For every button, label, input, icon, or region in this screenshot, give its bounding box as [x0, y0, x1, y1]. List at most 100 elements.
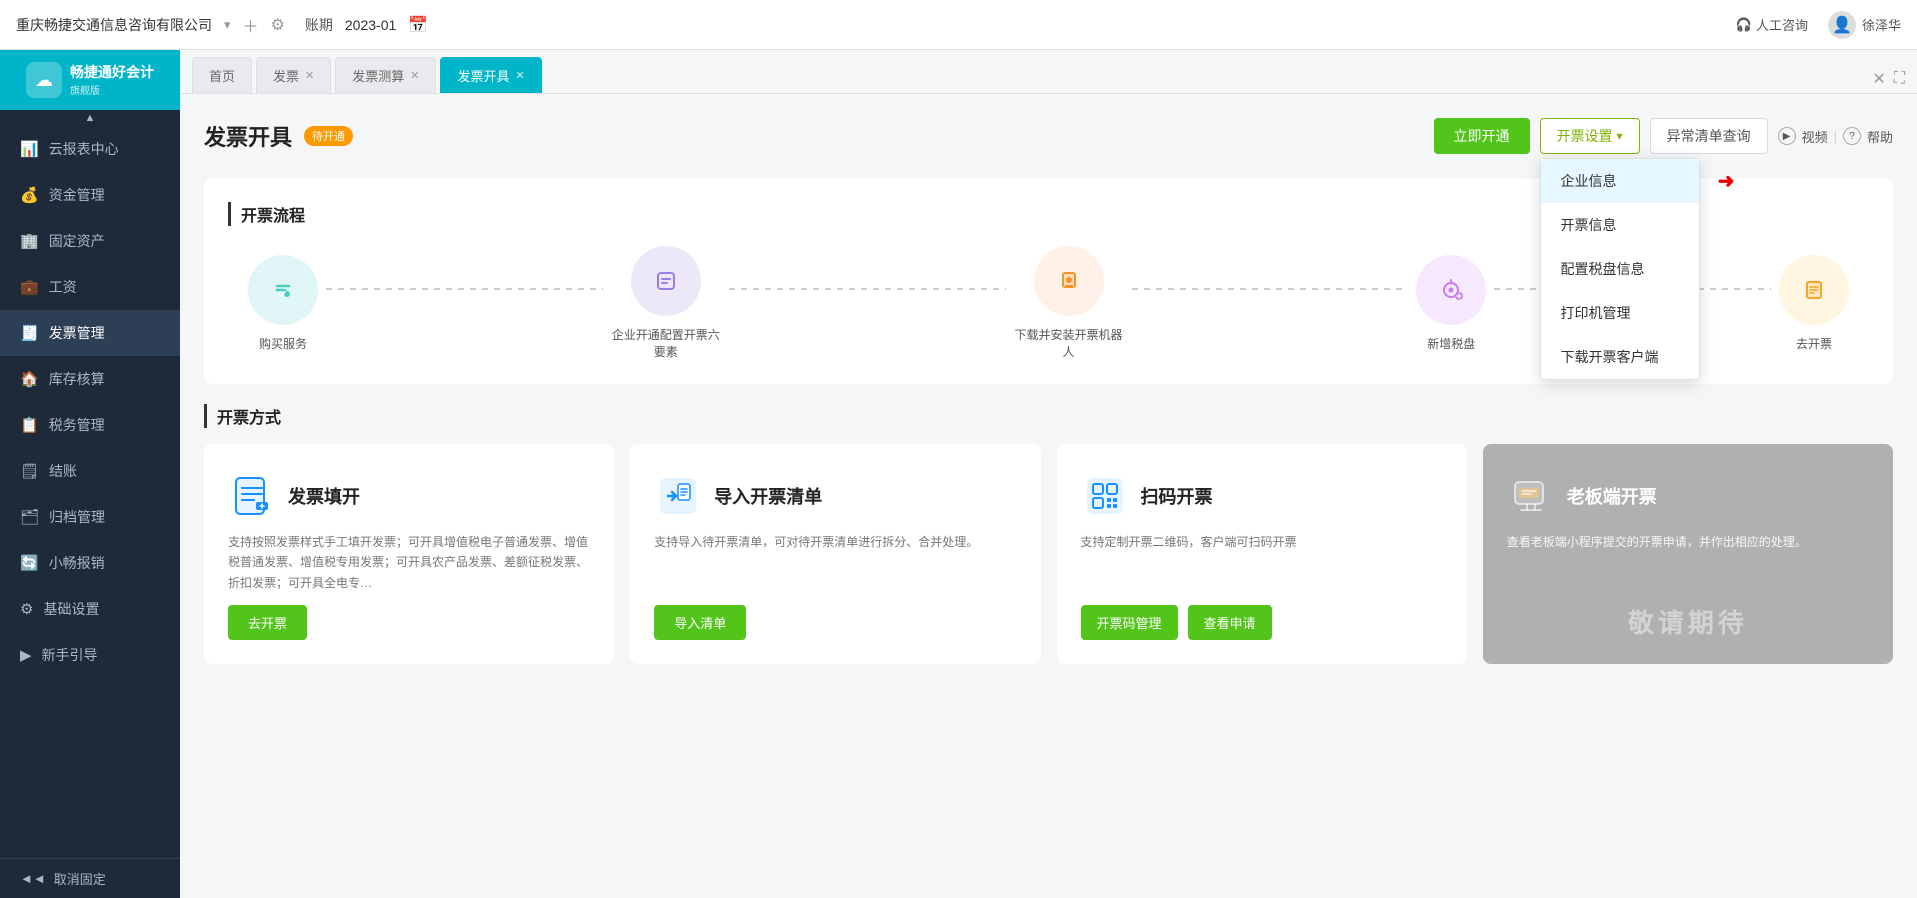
settings-button-label: 开票设置 [1557, 126, 1613, 146]
pin-icon: ◄◄ [20, 871, 46, 886]
sidebar-item-jiezhang-label: 结账 [49, 461, 77, 481]
dropdown-item-peizhi[interactable]: 配置税盘信息 [1541, 247, 1699, 291]
sidebar-item-xiaochang[interactable]: 🔄 小畅报销 [0, 540, 180, 586]
dropdown-item-xiazai[interactable]: 下载开票客户端 [1541, 335, 1699, 379]
dropdown-item-dayinji[interactable]: 打印机管理 [1541, 291, 1699, 335]
dropdown-kaipiao-label: 开票信息 [1561, 217, 1617, 233]
sidebar-bottom-label: 取消固定 [54, 869, 106, 888]
tab-fapiaokaiju[interactable]: 发票开具 ✕ [440, 57, 541, 93]
status-badge: 待开通 [304, 126, 353, 146]
activate-button[interactable]: 立即开通 [1434, 118, 1530, 154]
tab-maximize-icon[interactable]: ⛶ [1894, 70, 1905, 88]
sidebar-item-xiaochang-label: 小畅报销 [49, 553, 105, 573]
service-label: 人工咨询 [1756, 15, 1808, 34]
calendar-icon[interactable]: 📅 [408, 15, 428, 35]
red-arrow-icon: ➜ [1718, 169, 1735, 194]
sidebar-item-gongzi[interactable]: 💼 工资 [0, 264, 180, 310]
dropdown-item-kaipiao[interactable]: 开票信息 [1541, 203, 1699, 247]
user-name: 徐泽华 [1862, 15, 1901, 34]
method-card-scan: 扫码开票 支持定制开票二维码，客户端可扫码开票 开票码管理 查看申请 [1057, 444, 1467, 664]
play-icon: ▶ [1778, 127, 1796, 145]
flow-step-config: 企业开通配置开票六要素 [611, 246, 721, 360]
sidebar-item-jichushezhi-label: 基础设置 [43, 599, 99, 619]
tab-fapiao[interactable]: 发票 ✕ [256, 57, 331, 93]
add-company-icon[interactable]: ＋ [243, 13, 259, 37]
sidebar-item-shuiwu-label: 税务管理 [49, 415, 105, 435]
tab-fapiao-close[interactable]: ✕ [305, 69, 314, 82]
overlay-text: 敬请期待 [1483, 603, 1893, 640]
dropdown-qiye-label: 企业信息 [1561, 173, 1617, 189]
methods-section-title: 开票方式 [204, 404, 1893, 428]
gongzi-icon: 💼 [20, 278, 39, 296]
company-name: 重庆畅捷交通信息咨询有限公司 [16, 15, 212, 35]
fill-icon [228, 472, 276, 520]
settings-chevron-icon: ▾ [1617, 129, 1623, 143]
fill-go-button[interactable]: 去开票 [228, 605, 307, 640]
import-title: 导入开票清单 [714, 483, 822, 509]
yunbao-icon: 📊 [20, 140, 39, 158]
dropdown-item-qiye[interactable]: 企业信息 ➜ [1541, 159, 1699, 203]
import-button[interactable]: 导入清单 [654, 605, 746, 640]
tab-fapiaokaiju-close[interactable]: ✕ [516, 69, 525, 82]
scan-title: 扫码开票 [1141, 483, 1213, 509]
scan-code-manage-button[interactable]: 开票码管理 [1081, 605, 1178, 640]
help-icon: ? [1843, 127, 1861, 145]
kucun-icon: 🏠 [20, 370, 39, 388]
tab-fapiaocesuan[interactable]: 发票测算 ✕ [335, 57, 436, 93]
sidebar-bottom[interactable]: ◄◄ 取消固定 [0, 858, 180, 898]
guidang-icon: 🗂 [20, 508, 39, 526]
sidebar-item-zijin[interactable]: 💰 资金管理 [0, 172, 180, 218]
user-avatar-icon: 👤 [1828, 11, 1856, 39]
sidebar-item-xinshouzhidao[interactable]: ▶ 新手引导 [0, 632, 180, 678]
tab-close-window-icon[interactable]: ✕ [1872, 69, 1885, 89]
video-label[interactable]: 视频 [1802, 127, 1828, 146]
dropdown-dayinji-label: 打印机管理 [1561, 305, 1631, 321]
dropdown-peizhi-label: 配置税盘信息 [1561, 261, 1645, 277]
boss-icon [1507, 472, 1555, 520]
flow-step-config-label: 企业开通配置开票六要素 [611, 326, 721, 360]
tab-home[interactable]: 首页 [192, 57, 252, 93]
method-card-fill: 发票填开 支持按照发票样式手工填开发票；可开具增值税电子普通发票、增值税普通发票… [204, 444, 614, 664]
flow-step-buy-label: 购买服务 [259, 335, 307, 352]
tab-fapiaocesuan-label: 发票测算 [352, 66, 404, 85]
jiezhang-icon: 🗒 [20, 462, 39, 480]
sidebar-nav: 📊 云报表中心 💰 资金管理 🏢 固定资产 💼 工资 🧾 发票管理 🏠 [0, 126, 180, 858]
sidebar-item-kucun[interactable]: 🏠 库存核算 [0, 356, 180, 402]
scan-desc: 支持定制开票二维码，客户端可扫码开票 [1081, 532, 1443, 552]
shuiwu-icon: 📋 [20, 416, 39, 434]
sidebar-item-jiezhang[interactable]: 🗒 结账 [0, 448, 180, 494]
sidebar-item-guidang[interactable]: 🗂 归档管理 [0, 494, 180, 540]
help-label[interactable]: 帮助 [1867, 127, 1893, 146]
settings-icon[interactable]: ⚙ [271, 15, 285, 35]
sidebar-item-shuiwu[interactable]: 📋 税务管理 [0, 402, 180, 448]
sidebar-scroll-up[interactable]: ▲ [85, 112, 96, 124]
page-title: 发票开具 [204, 120, 292, 152]
service-button[interactable]: 🎧 人工咨询 [1736, 15, 1808, 34]
abnormal-button[interactable]: 异常清单查询 [1650, 118, 1768, 154]
company-dropdown-icon[interactable]: ▾ [224, 17, 231, 33]
period-value: 2023-01 [345, 17, 396, 33]
sidebar-item-gudingzichan[interactable]: 🏢 固定资产 [0, 218, 180, 264]
xiaochang-icon: 🔄 [20, 554, 39, 572]
sidebar-item-yunbao[interactable]: 📊 云报表中心 [0, 126, 180, 172]
scan-view-apply-button[interactable]: 查看申请 [1188, 605, 1272, 640]
user-info[interactable]: 👤 徐泽华 [1828, 11, 1901, 39]
scan-icon [1081, 472, 1129, 520]
sidebar-item-gongzi-label: 工资 [49, 277, 77, 297]
sidebar-logo: ☁ 畅捷通好会计 旗舰版 [0, 50, 180, 110]
method-card-import: 导入开票清单 支持导入待开票清单，可对待开票清单进行拆分、合并处理。 导入清单 [630, 444, 1040, 664]
flow-step-invoice: 去开票 [1779, 255, 1849, 352]
sidebar-item-gudingzichan-label: 固定资产 [49, 231, 105, 251]
tab-fapiaokaiju-label: 发票开具 [457, 66, 509, 85]
fapiao-icon: 🧾 [20, 324, 39, 342]
period-label: 账期 [305, 15, 333, 35]
dropdown-xiazai-label: 下载开票客户端 [1561, 349, 1659, 365]
flow-step-download: 下载并安装开票机器人 [1014, 246, 1124, 360]
sidebar-item-fapiao[interactable]: 🧾 发票管理 [0, 310, 180, 356]
fill-desc: 支持按照发票样式手工填开发票；可开具增值税电子普通发票、增值税普通发票、增值税专… [228, 532, 590, 593]
xinshouzhidao-icon: ▶ [20, 646, 32, 664]
sidebar-item-jichushezhi[interactable]: ⚙ 基础设置 [0, 586, 180, 632]
tab-fapiaocesuan-close[interactable]: ✕ [410, 69, 419, 82]
method-card-boss: 老板端开票 查看老板端小程序提交的开票申请，并作出相应的处理。 敬请期待 [1483, 444, 1893, 664]
settings-button[interactable]: 开票设置 ▾ [1540, 118, 1640, 154]
